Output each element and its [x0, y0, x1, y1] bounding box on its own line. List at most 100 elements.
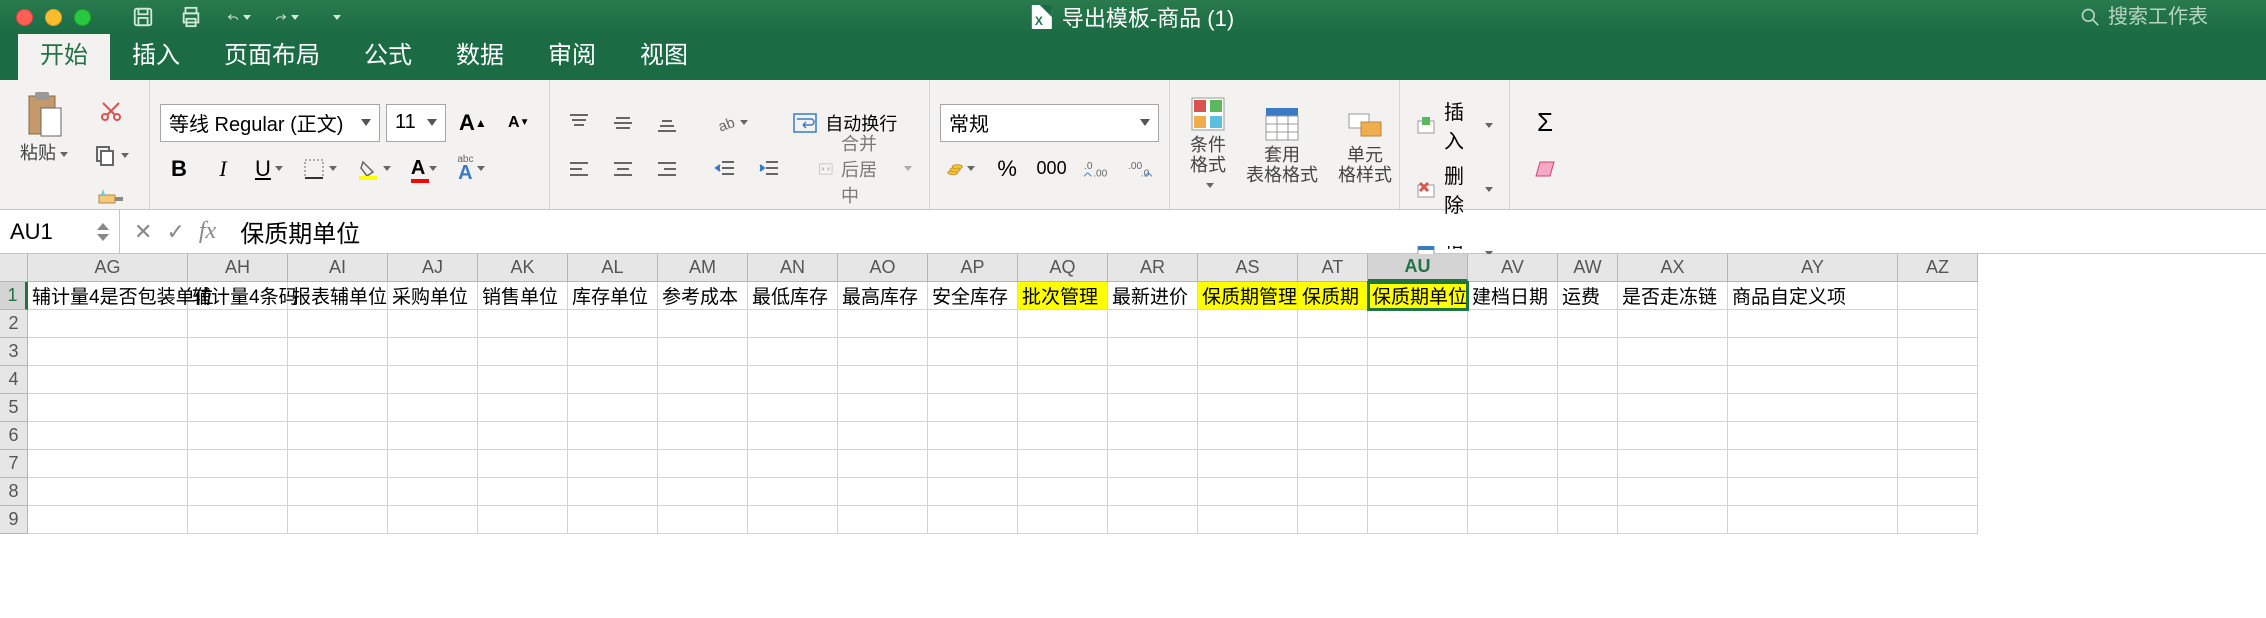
increase-indent-button[interactable]: [750, 150, 788, 188]
save-button[interactable]: [131, 5, 155, 29]
cell-AQ5[interactable]: [1018, 394, 1108, 422]
cell-AV2[interactable]: [1468, 310, 1558, 338]
cell-AO9[interactable]: [838, 506, 928, 534]
cell-AX8[interactable]: [1618, 478, 1728, 506]
cell-AX6[interactable]: [1618, 422, 1728, 450]
cell-AG4[interactable]: [28, 366, 188, 394]
cell-AR6[interactable]: [1108, 422, 1198, 450]
cell-styles-button[interactable]: 单元 格样式: [1328, 86, 1402, 205]
row-header-6[interactable]: 6: [0, 422, 28, 450]
undo-button[interactable]: [227, 5, 251, 29]
cell-AY4[interactable]: [1728, 366, 1898, 394]
cell-AM3[interactable]: [658, 338, 748, 366]
cell-AS7[interactable]: [1198, 450, 1298, 478]
cell-AZ3[interactable]: [1898, 338, 1978, 366]
fx-button[interactable]: fx: [199, 218, 216, 245]
cell-AT1[interactable]: 保质期: [1298, 282, 1368, 310]
cell-AO5[interactable]: [838, 394, 928, 422]
cell-AW9[interactable]: [1558, 506, 1618, 534]
font-name-select[interactable]: 等线 Regular (正文): [160, 104, 380, 142]
cell-AO8[interactable]: [838, 478, 928, 506]
cell-AW4[interactable]: [1558, 366, 1618, 394]
cell-AQ7[interactable]: [1018, 450, 1108, 478]
cell-AR7[interactable]: [1108, 450, 1198, 478]
cell-AT2[interactable]: [1298, 310, 1368, 338]
cell-AT9[interactable]: [1298, 506, 1368, 534]
cell-AY3[interactable]: [1728, 338, 1898, 366]
cell-AU7[interactable]: [1368, 450, 1468, 478]
cell-AN5[interactable]: [748, 394, 838, 422]
cell-AN8[interactable]: [748, 478, 838, 506]
cell-AP1[interactable]: 安全库存: [928, 282, 1018, 310]
cell-AX4[interactable]: [1618, 366, 1728, 394]
cell-AV6[interactable]: [1468, 422, 1558, 450]
cell-AM5[interactable]: [658, 394, 748, 422]
cell-AP9[interactable]: [928, 506, 1018, 534]
column-header-AT[interactable]: AT: [1298, 254, 1368, 282]
cell-AX3[interactable]: [1618, 338, 1728, 366]
percent-button[interactable]: %: [988, 150, 1026, 188]
cell-AS9[interactable]: [1198, 506, 1298, 534]
cell-AO7[interactable]: [838, 450, 928, 478]
cell-AN4[interactable]: [748, 366, 838, 394]
cell-AP4[interactable]: [928, 366, 1018, 394]
align-bottom-button[interactable]: [648, 104, 686, 142]
align-left-button[interactable]: [560, 150, 598, 188]
cell-AU5[interactable]: [1368, 394, 1468, 422]
comma-button[interactable]: 000: [1032, 150, 1071, 188]
cell-AO3[interactable]: [838, 338, 928, 366]
cell-AK9[interactable]: [478, 506, 568, 534]
cell-AH4[interactable]: [188, 366, 288, 394]
number-format-select[interactable]: 常规: [940, 104, 1159, 142]
cell-AN2[interactable]: [748, 310, 838, 338]
cell-AS8[interactable]: [1198, 478, 1298, 506]
cell-AN7[interactable]: [748, 450, 838, 478]
print-button[interactable]: [179, 5, 203, 29]
cell-AH2[interactable]: [188, 310, 288, 338]
cell-AK5[interactable]: [478, 394, 568, 422]
column-header-AK[interactable]: AK: [478, 254, 568, 282]
cell-AQ4[interactable]: [1018, 366, 1108, 394]
cell-AN1[interactable]: 最低库存: [748, 282, 838, 310]
format-as-table-button[interactable]: 套用 表格格式: [1236, 86, 1328, 205]
search-box[interactable]: [2080, 6, 2248, 29]
cell-AQ8[interactable]: [1018, 478, 1108, 506]
spreadsheet-grid[interactable]: AGAHAIAJAKALAMANAOAPAQARASATAUAVAWAXAYAZ…: [0, 254, 2266, 534]
decrease-indent-button[interactable]: [706, 150, 744, 188]
cell-AJ9[interactable]: [388, 506, 478, 534]
cell-AQ9[interactable]: [1018, 506, 1108, 534]
cell-AQ1[interactable]: 批次管理: [1018, 282, 1108, 310]
cell-AM1[interactable]: 参考成本: [658, 282, 748, 310]
row-header-2[interactable]: 2: [0, 310, 28, 338]
cell-AL9[interactable]: [568, 506, 658, 534]
cell-AR2[interactable]: [1108, 310, 1198, 338]
cell-AY5[interactable]: [1728, 394, 1898, 422]
cell-AT6[interactable]: [1298, 422, 1368, 450]
cell-AG5[interactable]: [28, 394, 188, 422]
underline-button[interactable]: U: [248, 150, 290, 188]
cell-AI7[interactable]: [288, 450, 388, 478]
column-header-AW[interactable]: AW: [1558, 254, 1618, 282]
cell-AP5[interactable]: [928, 394, 1018, 422]
cut-button[interactable]: [86, 92, 136, 130]
cell-AH9[interactable]: [188, 506, 288, 534]
conditional-formatting-button[interactable]: 条件格式: [1180, 86, 1236, 205]
cell-AW6[interactable]: [1558, 422, 1618, 450]
enter-formula-button[interactable]: ✓: [166, 219, 184, 245]
minimize-window-button[interactable]: [45, 9, 62, 26]
cell-AM7[interactable]: [658, 450, 748, 478]
cell-AT5[interactable]: [1298, 394, 1368, 422]
phonetic-button[interactable]: abcA: [450, 150, 492, 188]
cell-AO4[interactable]: [838, 366, 928, 394]
column-header-AI[interactable]: AI: [288, 254, 388, 282]
cell-AW8[interactable]: [1558, 478, 1618, 506]
cell-AL1[interactable]: 库存单位: [568, 282, 658, 310]
cell-AZ9[interactable]: [1898, 506, 1978, 534]
cell-AK1[interactable]: 销售单位: [478, 282, 568, 310]
column-header-AL[interactable]: AL: [568, 254, 658, 282]
cell-AR1[interactable]: 最新进价: [1108, 282, 1198, 310]
cell-AI6[interactable]: [288, 422, 388, 450]
font-size-select[interactable]: 11: [386, 104, 446, 142]
close-window-button[interactable]: [16, 9, 33, 26]
cell-AH8[interactable]: [188, 478, 288, 506]
